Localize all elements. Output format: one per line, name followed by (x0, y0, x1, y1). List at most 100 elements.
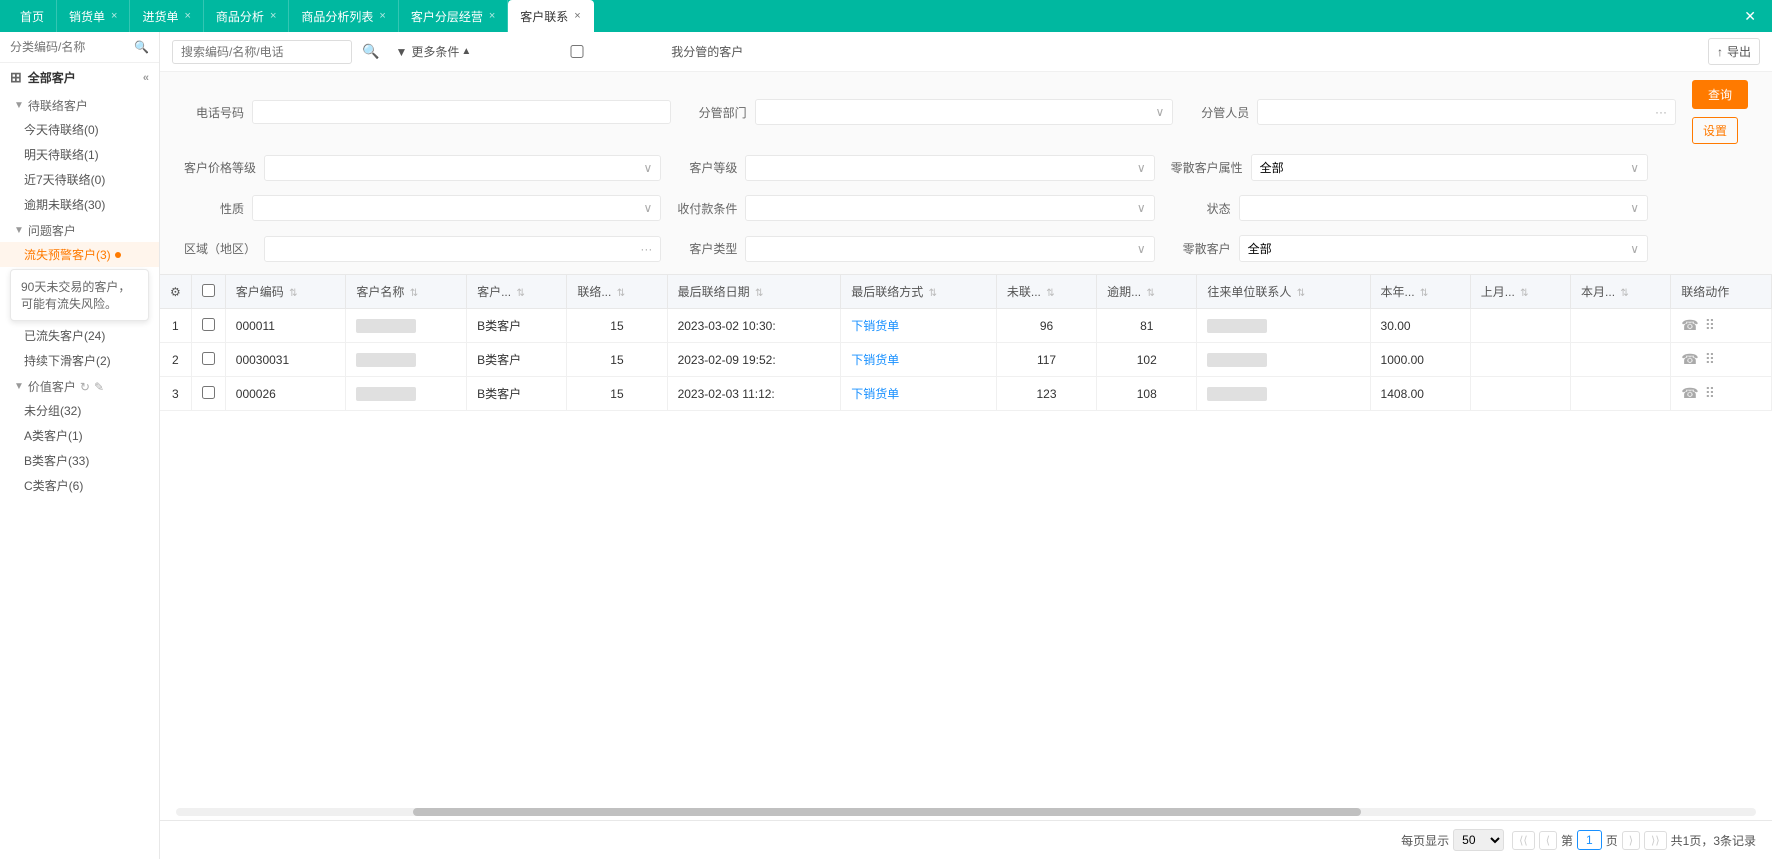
customer-type-select[interactable]: ∨ (745, 236, 1154, 262)
select-all-checkbox[interactable] (202, 284, 215, 297)
window-close-button[interactable]: ✕ (1736, 8, 1764, 25)
prev-page-button[interactable]: ⟨ (1539, 831, 1557, 850)
cell-unliaised: 96 (996, 309, 1096, 343)
status-select[interactable]: ∨ (1239, 195, 1648, 221)
th-type[interactable]: 客户... ⇅ (467, 275, 567, 309)
last-page-button[interactable]: ⟩⟩ (1644, 831, 1667, 850)
tab-product-analysis[interactable]: 商品分析 × (204, 0, 289, 32)
th-this-month[interactable]: 本月... ⇅ (1571, 275, 1671, 309)
th-last-date[interactable]: 最后联络日期 ⇅ (667, 275, 841, 309)
cell-code: 000011 (225, 309, 346, 343)
cell-checkbox[interactable] (191, 377, 225, 411)
per-page-select[interactable]: 50 100 200 (1453, 829, 1504, 851)
level-select[interactable]: ∨ (745, 155, 1154, 181)
sidebar-all-customers[interactable]: ⊞ 全部客户 « (0, 63, 159, 92)
my-customers-checkbox[interactable] (487, 45, 667, 58)
close-tab-purchase[interactable]: × (184, 10, 190, 22)
th-last-month[interactable]: 上月... ⇅ (1470, 275, 1570, 309)
export-button[interactable]: ↑ 导出 (1708, 38, 1760, 65)
action-more-icon[interactable]: ⠿ (1705, 385, 1715, 402)
tab-purchase-order[interactable]: 进货单 × (130, 0, 203, 32)
price-level-select[interactable]: ∨ (264, 155, 661, 181)
th-checkbox[interactable] (191, 275, 225, 309)
sidebar-item-declining[interactable]: 持续下滑客户(2) (0, 348, 159, 373)
my-customers-checkbox-label[interactable]: 我分管的客户 (487, 43, 743, 60)
retail-attr-select[interactable]: 全部 ∨ (1251, 154, 1648, 181)
dots-region[interactable]: ··· (640, 242, 652, 256)
query-button[interactable]: 查询 (1692, 80, 1748, 109)
sidebar-item-churned[interactable]: 已流失客户(24) (0, 323, 159, 348)
edit-icon[interactable]: ✎ (94, 380, 104, 394)
tab-home[interactable]: 首页 (8, 0, 57, 32)
dots-person[interactable]: ··· (1655, 105, 1667, 119)
filter-field-level: 客户等级 ∨ (669, 151, 1162, 185)
sidebar-item-tomorrow-contact[interactable]: 明天待联络(1) (0, 142, 159, 167)
chevron-down-status: ∨ (1630, 201, 1639, 215)
sidebar-item-7days-contact[interactable]: 近7天待联络(0) (0, 167, 159, 192)
close-tab-product-list[interactable]: × (379, 10, 385, 22)
action-phone-icon[interactable]: ☎ (1681, 351, 1698, 368)
sidebar-group-problem[interactable]: ▼ 问题客户 (0, 217, 159, 242)
th-unliaised[interactable]: 未联... ⇅ (996, 275, 1096, 309)
horizontal-scrollbar[interactable] (176, 808, 1756, 816)
close-tab-segment[interactable]: × (489, 10, 495, 22)
last-method-link[interactable]: 下销货单 (851, 353, 899, 367)
th-contact-count[interactable]: 联络... ⇅ (567, 275, 667, 309)
sidebar-item-churn-warning[interactable]: 流失预警客户(3) (0, 242, 159, 267)
scrollbar-thumb[interactable] (413, 808, 1361, 816)
chevron-down-icon: ▲ (461, 46, 471, 57)
tab-customer-segment[interactable]: 客户分层经营 × (399, 0, 508, 32)
phone-input[interactable] (252, 100, 671, 124)
settings-button[interactable]: 设置 (1692, 117, 1738, 144)
sidebar-item-class-b[interactable]: B类客户(33) (0, 448, 159, 473)
refresh-icon[interactable]: ↻ (80, 380, 90, 394)
sidebar-group-value[interactable]: ▼ 价值客户 ↻ ✎ (0, 373, 159, 398)
sidebar-group-pending[interactable]: ▼ 待联络客户 (0, 92, 159, 117)
action-more-icon[interactable]: ⠿ (1705, 317, 1715, 334)
action-phone-icon[interactable]: ☎ (1681, 385, 1698, 402)
sidebar-item-ungrouped[interactable]: 未分组(32) (0, 398, 159, 423)
cell-name (346, 377, 467, 411)
close-tab-sales[interactable]: × (111, 10, 117, 22)
th-contact-person[interactable]: 往来单位联系人 ⇅ (1197, 275, 1370, 309)
next-page-button[interactable]: ⟩ (1622, 831, 1640, 850)
sidebar-item-overdue-contact[interactable]: 逾期未联络(30) (0, 192, 159, 217)
payment-select[interactable]: ∨ (745, 195, 1154, 221)
dept-select[interactable]: ∨ (755, 99, 1174, 125)
sidebar-search-input[interactable] (10, 40, 130, 54)
th-this-year[interactable]: 本年... ⇅ (1370, 275, 1470, 309)
tab-product-analysis-list[interactable]: 商品分析列表 × (289, 0, 398, 32)
th-overdue[interactable]: 逾期... ⇅ (1097, 275, 1197, 309)
action-more-icon[interactable]: ⠿ (1705, 351, 1715, 368)
tab-sales-order[interactable]: 销货单 × (57, 0, 130, 32)
row-checkbox-0[interactable] (202, 318, 215, 331)
cell-checkbox[interactable] (191, 343, 225, 377)
person-select[interactable]: ··· (1257, 99, 1676, 125)
cell-contact-count: 15 (567, 343, 667, 377)
last-method-link[interactable]: 下销货单 (851, 319, 899, 333)
data-table-container: ⚙ 客户编码 ⇅ 客户名称 ⇅ (160, 275, 1772, 804)
sidebar-item-class-c[interactable]: C类客户(6) (0, 473, 159, 498)
sidebar-collapse-icon[interactable]: « (143, 72, 149, 84)
search-input[interactable] (172, 40, 352, 64)
close-tab-product[interactable]: × (270, 10, 276, 22)
more-conditions-button[interactable]: ▼ 更多条件 ▲ (389, 39, 477, 64)
row-checkbox-2[interactable] (202, 386, 215, 399)
cell-checkbox[interactable] (191, 309, 225, 343)
tab-customer-contact[interactable]: 客户联系 × (508, 0, 593, 32)
region-select[interactable]: ··· (264, 236, 661, 262)
th-code[interactable]: 客户编码 ⇅ (225, 275, 346, 309)
th-last-method[interactable]: 最后联络方式 ⇅ (841, 275, 997, 309)
sidebar-item-class-a[interactable]: A类客户(1) (0, 423, 159, 448)
first-page-button[interactable]: ⟨⟨ (1512, 831, 1535, 850)
row-checkbox-1[interactable] (202, 352, 215, 365)
sidebar-item-today-contact[interactable]: 今天待联络(0) (0, 117, 159, 142)
last-method-link[interactable]: 下销货单 (851, 387, 899, 401)
th-name[interactable]: 客户名称 ⇅ (346, 275, 467, 309)
action-phone-icon[interactable]: ☎ (1681, 317, 1698, 334)
th-settings[interactable]: ⚙ (160, 275, 191, 309)
gender-select[interactable]: ∨ (252, 195, 661, 221)
retail-customer-select[interactable]: 全部 ∨ (1239, 235, 1648, 262)
close-tab-contact[interactable]: × (574, 10, 580, 22)
search-button[interactable]: 🔍 (362, 43, 379, 60)
